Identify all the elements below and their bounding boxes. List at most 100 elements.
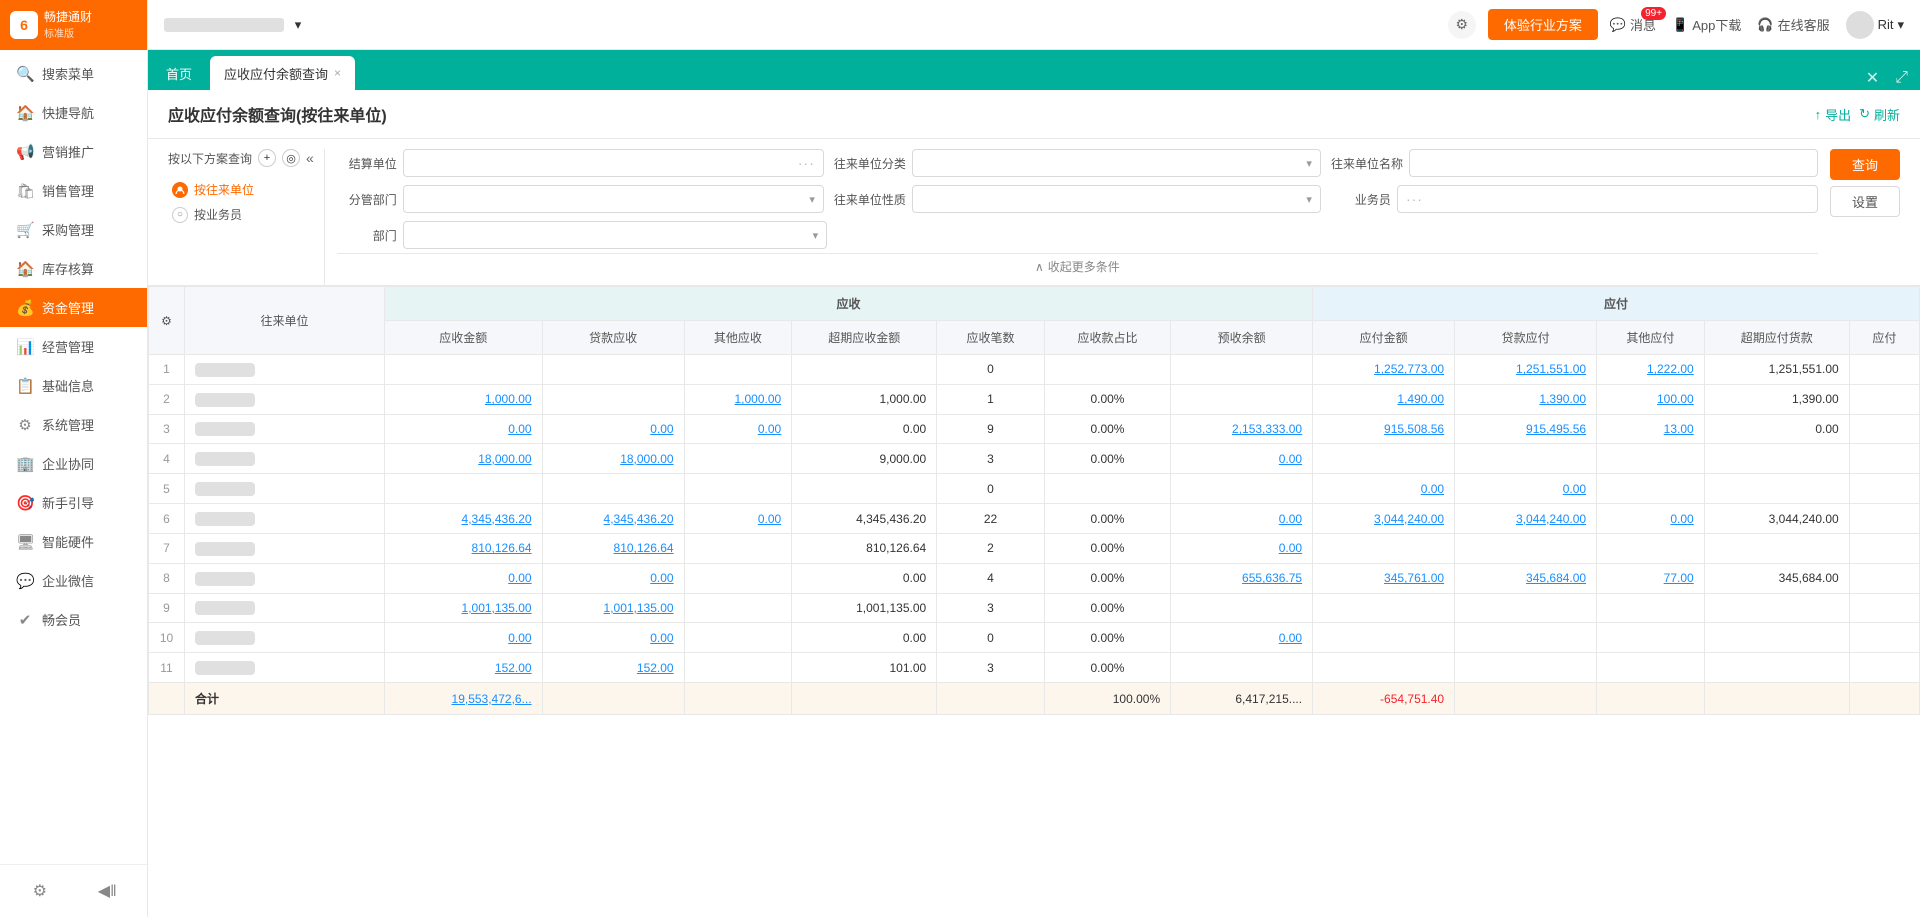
online-service-button[interactable]: 🎧 在线客服 <box>1757 15 1829 34</box>
tab-close-icon[interactable]: × <box>334 66 341 80</box>
settings-icon[interactable]: ⚙ <box>10 875 70 907</box>
filter-by-salesman[interactable]: ○ 按业务员 <box>172 202 314 227</box>
tab-home[interactable]: 首页 <box>152 56 206 90</box>
collapse-icon[interactable]: ◀‖ <box>78 875 138 907</box>
add-scheme-button[interactable]: + <box>258 149 276 167</box>
collapse-more-button[interactable]: ∧ 收起更多条件 <box>337 253 1818 279</box>
sidebar-item-wechat[interactable]: 💬企业微信 <box>0 561 147 600</box>
scheme-settings-button[interactable]: ◎ <box>282 149 300 167</box>
dept-manager-select[interactable]: ▾ <box>403 185 824 213</box>
export-button[interactable]: ↑ 导出 <box>1815 105 1852 124</box>
row-other-receivable: 0.00 <box>684 504 792 534</box>
filter-dept-manager: 分管部门 ▾ <box>337 185 824 213</box>
app-download-button[interactable]: 📱 App下载 <box>1672 15 1741 34</box>
row-loan-receivable <box>542 355 684 385</box>
tab-receivable-query[interactable]: 应收应付余额查询 × <box>210 56 355 90</box>
table-row: 9 1,001,135.00 1,001,135.00 1,001,135.00… <box>149 593 1920 623</box>
row-receivable-count: 3 <box>937 653 1045 683</box>
sidebar-item-inventory[interactable]: 🏠库存核算 <box>0 249 147 288</box>
row-partner <box>185 623 385 653</box>
sidebar-item-sales[interactable]: 🛍销售管理 <box>0 171 147 210</box>
row-overdue-receivable: 0.00 <box>792 414 937 444</box>
close-window-icon[interactable]: ✕ <box>1862 66 1883 90</box>
th-loan-receivable: 贷款应收 <box>542 321 684 355</box>
sidebar-item-system[interactable]: ⚙系统管理 <box>0 405 147 444</box>
salesman-tree-label: 按业务员 <box>194 206 242 223</box>
cta-button[interactable]: 体验行业方案 <box>1488 9 1598 40</box>
row-advance-balance <box>1171 355 1313 385</box>
sidebar-item-hardware[interactable]: 🖥智能硬件 <box>0 522 147 561</box>
row-advance-balance: 655,636.75 <box>1171 563 1313 593</box>
sidebar-item-operation[interactable]: 📊经营管理 <box>0 327 147 366</box>
row-other-receivable <box>684 474 792 504</box>
filter-dept: 部门 ▾ <box>337 221 827 249</box>
salesman-icon: ○ <box>172 207 188 223</box>
th-advance-balance: 预收余额 <box>1171 321 1313 355</box>
gear-button[interactable]: ⚙ <box>1448 11 1476 39</box>
breadcrumb-dropdown-icon[interactable]: ▾ <box>290 17 306 33</box>
collapse-filter-button[interactable]: « <box>306 150 314 166</box>
row-receivable-amount <box>385 355 543 385</box>
partner-name-input[interactable] <box>1409 149 1818 177</box>
filter-by-partner[interactable]: 按往来单位 <box>172 177 314 202</box>
row-loan-payable: 345,684.00 <box>1455 563 1597 593</box>
filter-fields: 结算单位 ··· 往来单位分类 ▾ <box>337 149 1818 285</box>
query-button[interactable]: 查询 <box>1830 149 1900 180</box>
filter-tree: 按往来单位 ○ 按业务员 <box>168 177 314 227</box>
sidebar-item-finance[interactable]: 💰资金管理 <box>0 288 147 327</box>
sales-icon: 🛍 <box>16 182 34 200</box>
row-num: 1 <box>149 355 185 385</box>
page-actions: ↑ 导出 ↻ 刷新 <box>1815 105 1900 136</box>
page-header: 应收应付余额查询(按往来单位) ↑ 导出 ↻ 刷新 <box>148 90 1920 139</box>
sidebar-logo: 6 畅捷通财 标准版 <box>0 0 147 50</box>
sidebar-item-member[interactable]: ✔畅会员 <box>0 600 147 639</box>
dept-select[interactable]: ▾ <box>403 221 827 249</box>
maximize-icon[interactable]: ⤢ <box>1891 67 1912 89</box>
settlement-unit-input[interactable]: ··· <box>403 149 824 177</box>
row-receivable-count: 4 <box>937 563 1045 593</box>
row-overdue-payable <box>1704 623 1849 653</box>
row-receivable-amount: 152.00 <box>385 653 543 683</box>
salesman-input[interactable]: ··· <box>1397 185 1818 213</box>
sidebar-item-corp[interactable]: 🏢企业协同 <box>0 444 147 483</box>
row-overdue-payable: 1,390.00 <box>1704 384 1849 414</box>
sidebar-item-basic[interactable]: 📋基础信息 <box>0 366 147 405</box>
export-icon: ↑ <box>1815 107 1822 122</box>
row-receivable-amount: 4,345,436.20 <box>385 504 543 534</box>
sidebar-item-marketing[interactable]: 📢营销推广 <box>0 132 147 171</box>
user-menu[interactable]: Rit ▾ <box>1846 11 1904 39</box>
row-receivable-ratio: 0.00% <box>1044 623 1170 653</box>
row-receivable-ratio: 0.00% <box>1044 384 1170 414</box>
partner-nature-select[interactable]: ▾ <box>912 185 1321 213</box>
row-other-payable <box>1597 533 1705 563</box>
row-receivable-amount: 0.00 <box>385 563 543 593</box>
row-other-receivable <box>684 533 792 563</box>
row-payable-amount: 345,761.00 <box>1313 563 1455 593</box>
messages-button[interactable]: 💬 消息 99+ <box>1610 15 1656 34</box>
row-partner <box>185 593 385 623</box>
row-loan-payable <box>1455 623 1597 653</box>
row-other-payable <box>1597 474 1705 504</box>
row-other-receivable <box>684 444 792 474</box>
hardware-icon: 🖥 <box>16 533 34 551</box>
row-payable-suffix <box>1849 653 1919 683</box>
tabs-bar: 首页 应收应付余额查询 × ✕ ⤢ <box>148 50 1920 90</box>
table-wrapper: ⚙ 往来单位 应收 应付 应收金额 贷款应收 其他应收 超期应收金额 应收笔数 <box>148 286 1920 917</box>
row-other-receivable <box>684 355 792 385</box>
setting-button[interactable]: 设置 <box>1830 186 1900 217</box>
sidebar-item-search[interactable]: 🔍搜索菜单 <box>0 54 147 93</box>
row-payable-suffix <box>1849 593 1919 623</box>
partner-tree-label: 按往来单位 <box>194 181 254 198</box>
partner-category-select[interactable]: ▾ <box>912 149 1321 177</box>
th-payable-group: 应付 <box>1313 287 1920 321</box>
wechat-icon: 💬 <box>16 572 34 590</box>
footer-advance: 6,417,215.... <box>1171 683 1313 715</box>
refresh-button[interactable]: ↻ 刷新 <box>1859 105 1900 124</box>
th-settings[interactable]: ⚙ <box>149 287 185 355</box>
filter-partner-name: 往来单位名称 <box>1331 149 1818 177</box>
footer-overdue-payable <box>1704 683 1849 715</box>
sidebar-item-quick[interactable]: 🏠快捷导航 <box>0 93 147 132</box>
sidebar-item-purchase[interactable]: 🛒采购管理 <box>0 210 147 249</box>
sidebar-item-guide[interactable]: 🎯新手引导 <box>0 483 147 522</box>
row-advance-balance <box>1171 474 1313 504</box>
